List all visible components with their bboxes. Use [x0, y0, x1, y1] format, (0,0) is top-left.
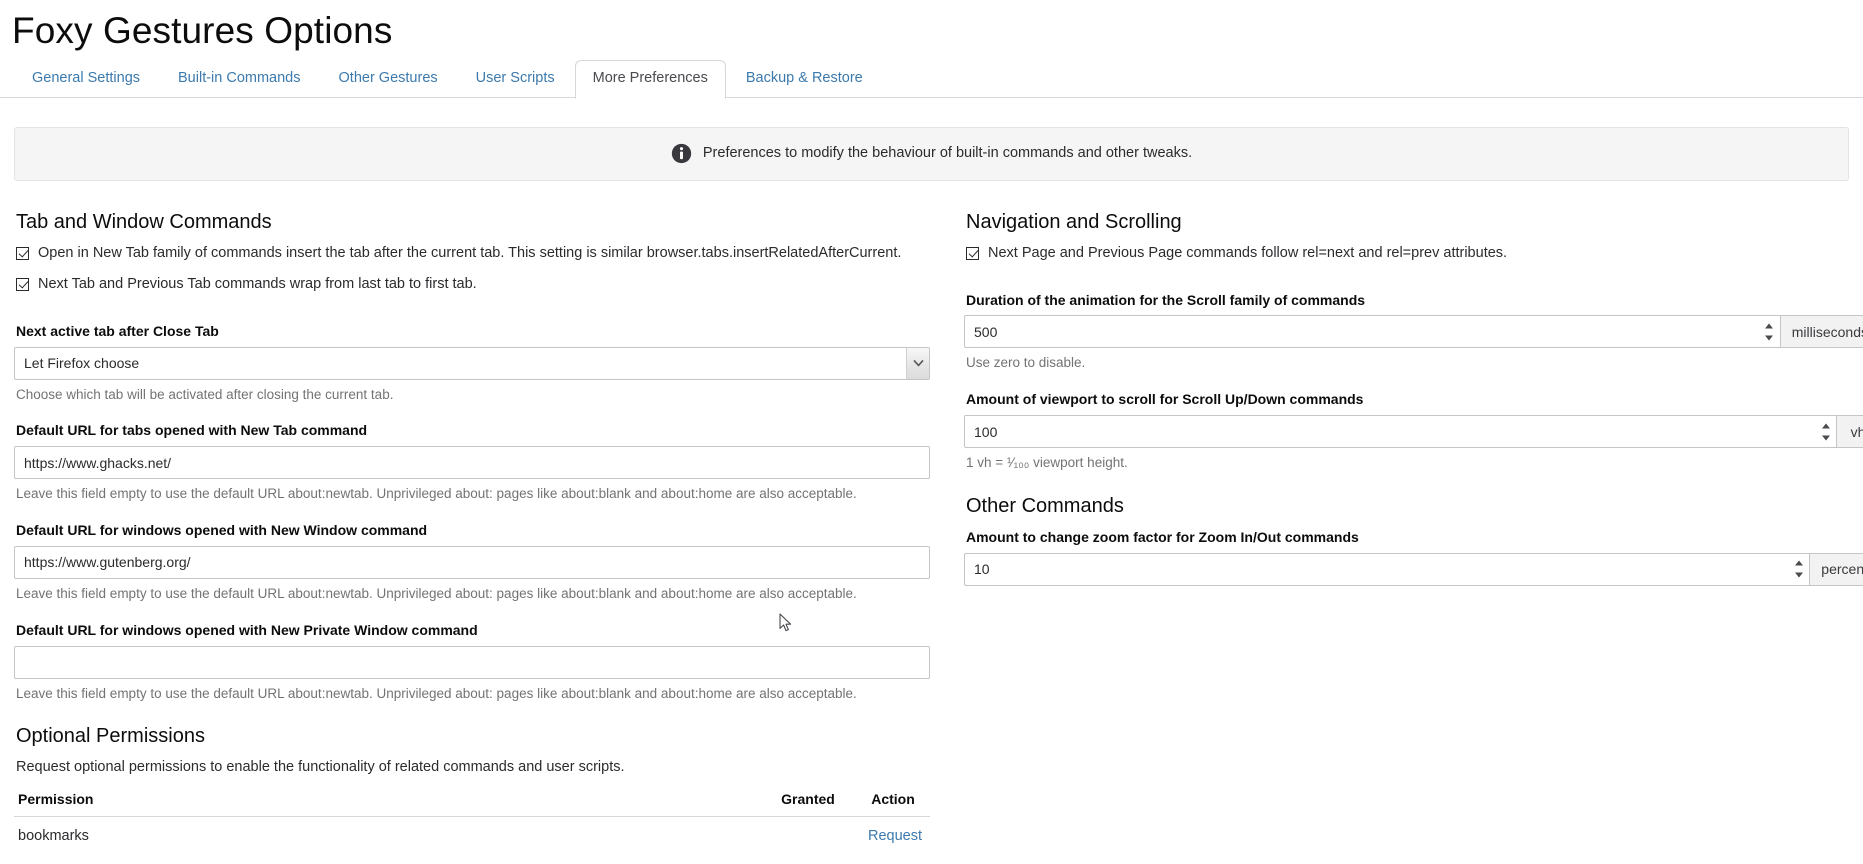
info-banner-text: Preferences to modify the behaviour of b… [702, 145, 1193, 162]
checkbox-label: Open in New Tab family of commands inser… [38, 244, 902, 261]
column-header-permission: Permission [14, 790, 760, 817]
info-banner: Preferences to modify the behaviour of b… [14, 126, 1849, 181]
column-header-granted: Granted [760, 790, 856, 817]
spinner-down-icon[interactable] [1765, 335, 1774, 341]
input-zoom-factor[interactable] [964, 552, 1810, 586]
tab-user-scripts[interactable]: User Scripts [458, 62, 573, 97]
cell-granted [760, 816, 856, 855]
tab-bar: General Settings Built-in Commands Other… [0, 60, 1863, 99]
select-next-active-tab-wrapper[interactable]: Let Firefox choose [14, 346, 930, 380]
section-title-optional-permissions: Optional Permissions [16, 725, 205, 748]
field-scroll-duration: milliseconds [964, 315, 1863, 349]
checkbox-insert-related-after-current[interactable]: Open in New Tab family of commands inser… [16, 245, 930, 262]
input-scroll-amount[interactable] [964, 415, 1836, 449]
checkbox-rel-next-prev[interactable]: Next Page and Previous Page commands fol… [966, 245, 1863, 262]
field-zoom-factor: percent [964, 552, 1863, 586]
help-new-window-url: Leave this field empty to use the defaul… [16, 585, 857, 601]
checkbox-tab-wrap[interactable]: Next Tab and Previous Tab commands wrap … [16, 276, 930, 293]
checkbox-box[interactable] [16, 277, 29, 291]
label-new-tab-url: Default URL for tabs opened with New Tab… [16, 422, 368, 439]
page-title: Foxy Gestures Options [12, 10, 393, 51]
label-next-active-tab: Next active tab after Close Tab [16, 322, 219, 339]
field-scroll-amount: vh [964, 415, 1863, 449]
left-column: Tab and Window Commands Open in New Tab … [14, 210, 930, 855]
spinner-down-icon[interactable] [1821, 435, 1830, 441]
help-scroll-duration: Use zero to disable. [966, 355, 1086, 371]
select-next-active-tab[interactable]: Let Firefox choose [14, 346, 930, 380]
unit-vh: vh [1836, 415, 1863, 449]
tab-general-settings[interactable]: General Settings [14, 62, 158, 97]
label-scroll-duration: Duration of the animation for the Scroll… [966, 291, 1366, 308]
checkbox-box[interactable] [966, 246, 979, 260]
spinner-up-icon[interactable] [1794, 560, 1803, 566]
label-zoom-factor: Amount to change zoom factor for Zoom In… [966, 529, 1359, 545]
right-column: Navigation and Scrolling Next Page and P… [964, 210, 1863, 855]
unit-milliseconds: milliseconds [1779, 315, 1863, 349]
input-new-private-window-url[interactable] [14, 645, 930, 679]
spinner-down-icon[interactable] [1794, 572, 1803, 578]
label-new-private-window-url: Default URL for windows opened with New … [16, 621, 478, 638]
help-new-tab-url: Leave this field empty to use the defaul… [16, 486, 857, 502]
request-permission-link[interactable]: Request [868, 828, 922, 844]
spinner-up-icon[interactable] [1765, 323, 1774, 329]
tab-more-preferences[interactable]: More Preferences [574, 60, 726, 99]
spinner-scroll-amount[interactable] [1820, 423, 1831, 441]
unit-percent: percent [1809, 552, 1863, 586]
permissions-table: Permission Granted Action bookmarks Requ… [14, 790, 930, 855]
cell-permission-name: bookmarks [18, 827, 89, 844]
section-title-tab-and-window-commands: Tab and Window Commands [16, 210, 272, 233]
checkbox-label: Next Page and Previous Page commands fol… [988, 244, 1508, 261]
tab-backup-restore[interactable]: Backup & Restore [728, 62, 881, 97]
help-new-private-window-url: Leave this field empty to use the defaul… [16, 685, 857, 701]
section-title-other-commands: Other Commands [966, 495, 1124, 517]
section-title-navigation-and-scrolling: Navigation and Scrolling [966, 210, 1182, 233]
spinner-scroll-duration[interactable] [1764, 323, 1775, 341]
table-row: bookmarks Request [14, 816, 930, 855]
input-scroll-duration[interactable] [964, 315, 1780, 349]
tab-other-gestures[interactable]: Other Gestures [321, 62, 456, 97]
options-page: Foxy Gestures Options General Settings B… [0, 0, 1863, 864]
column-header-action: Action [856, 790, 930, 817]
checkbox-label: Next Tab and Previous Tab commands wrap … [38, 275, 477, 292]
info-icon [671, 143, 692, 164]
checkbox-box[interactable] [16, 246, 29, 260]
label-scroll-amount: Amount of viewport to scroll for Scroll … [966, 391, 1364, 408]
help-next-active-tab: Choose which tab will be activated after… [16, 386, 394, 402]
spinner-zoom-factor[interactable] [1793, 560, 1804, 578]
table-header-row: Permission Granted Action [14, 790, 930, 817]
settings-columns: Tab and Window Commands Open in New Tab … [14, 210, 1863, 855]
permissions-description: Request optional permissions to enable t… [16, 759, 625, 776]
spinner-up-icon[interactable] [1821, 423, 1830, 429]
input-new-window-url[interactable] [14, 545, 930, 579]
input-new-tab-url[interactable] [14, 446, 930, 480]
help-scroll-amount: 1 vh = ¹⁄₁₀₀ viewport height. [966, 455, 1128, 471]
tab-panel-more-preferences: Preferences to modify the behaviour of b… [0, 126, 1863, 855]
label-new-window-url: Default URL for windows opened with New … [16, 522, 428, 539]
tab-built-in-commands[interactable]: Built-in Commands [160, 62, 319, 97]
